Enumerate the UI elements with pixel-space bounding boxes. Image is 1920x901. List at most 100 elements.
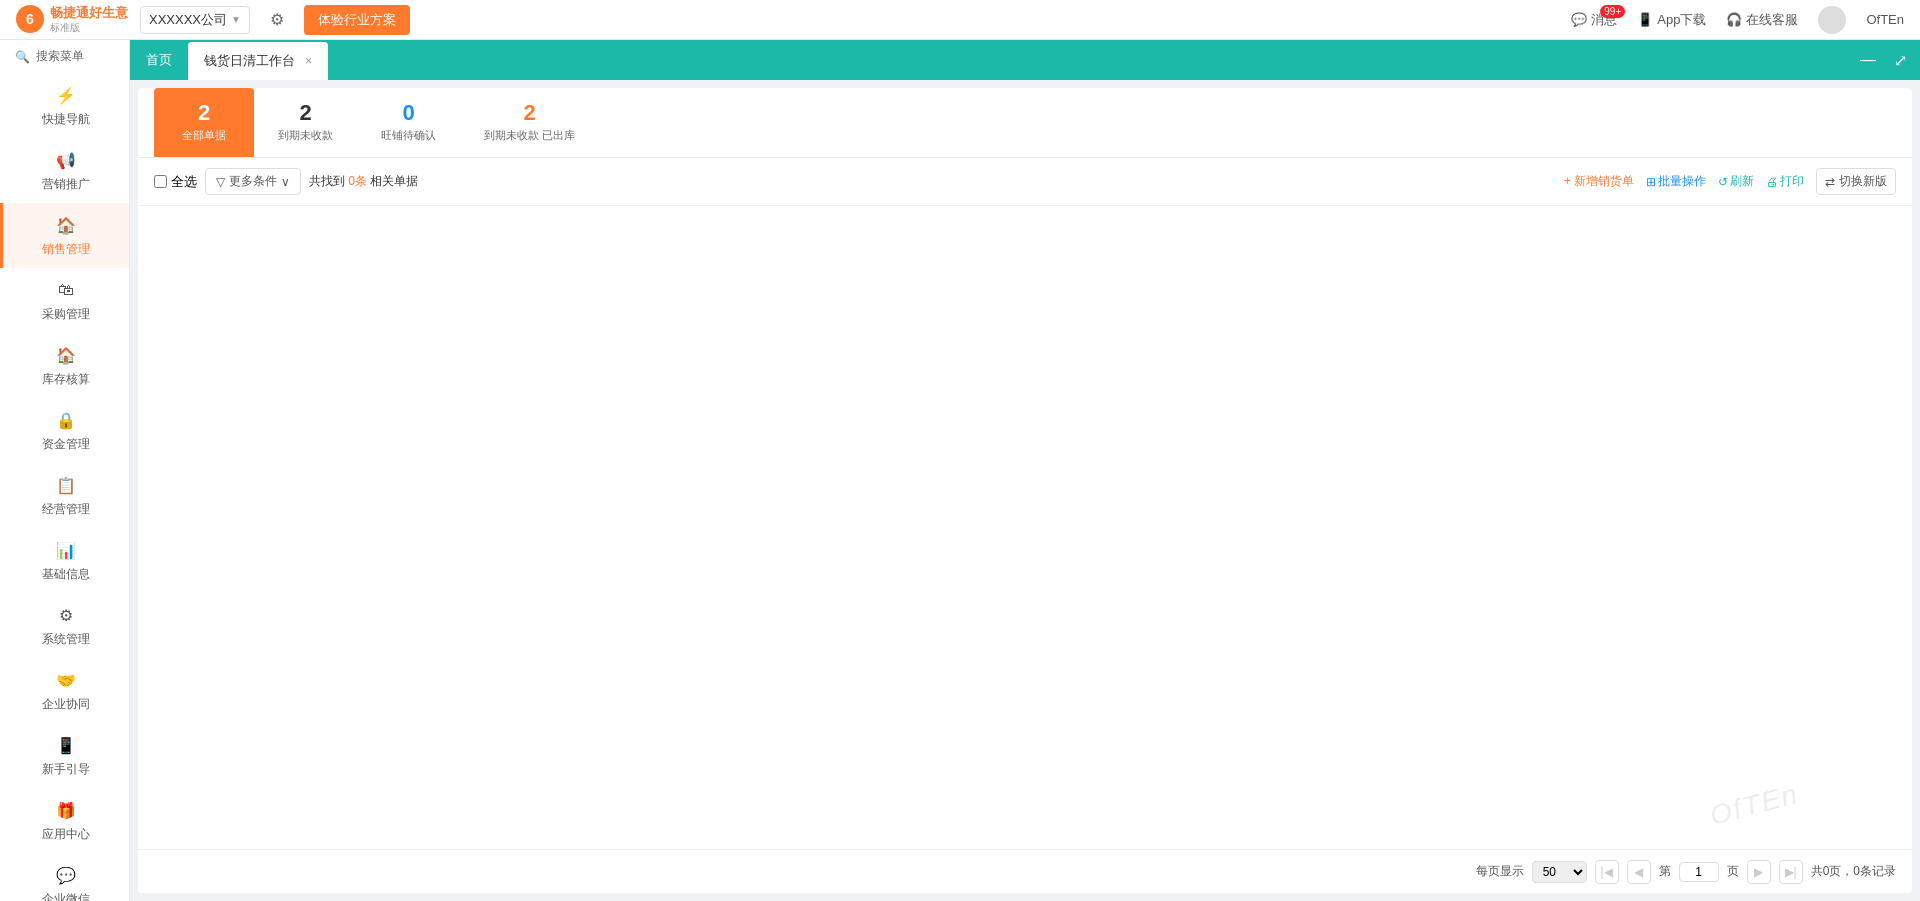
company-name: XXXXXX公司 [149, 11, 227, 29]
batch-btn[interactable]: ⊞ 批量操作 [1646, 173, 1706, 190]
online-service-btn[interactable]: 🎧 在线客服 [1726, 11, 1798, 29]
basic-info-icon: 📊 [54, 538, 78, 562]
app-center-icon: 🎁 [54, 798, 78, 822]
page-size-label: 每页显示 [1476, 863, 1524, 880]
refresh-icon: ↺ [1718, 175, 1728, 189]
sidebar-item-marketing[interactable]: 📢 营销推广 [0, 138, 129, 203]
app-download-label: App下载 [1657, 11, 1706, 29]
tab-close-icon[interactable]: × [305, 54, 312, 68]
print-label: 打印 [1780, 173, 1804, 190]
stat-tab-overdue[interactable]: 2 到期未收款 [254, 88, 357, 157]
filter-chevron-icon: ∨ [281, 175, 290, 189]
toolbar: 全选 ▽ 更多条件 ∨ 共找到 0条 相关单据 + 新增销货单 [138, 158, 1912, 206]
toolbar-left: 全选 ▽ 更多条件 ∨ 共找到 0条 相关单据 [154, 168, 1556, 195]
refresh-btn[interactable]: ↺ 刷新 [1718, 173, 1754, 190]
select-all-input[interactable] [154, 175, 167, 188]
table-area [138, 206, 1912, 849]
print-btn[interactable]: 🖨 打印 [1766, 173, 1804, 190]
message-btn[interactable]: 💬 消息 99+ [1571, 11, 1617, 29]
total-text: 共0页，0条记录 [1811, 863, 1896, 880]
filter-label: 更多条件 [229, 173, 277, 190]
message-icon: 💬 [1571, 12, 1587, 27]
avatar[interactable] [1818, 6, 1846, 34]
batch-label: 批量操作 [1658, 173, 1706, 190]
sidebar-item-cooperation[interactable]: 🤝 企业协同 [0, 658, 129, 723]
tab-expand-icon[interactable]: ⤢ [1888, 48, 1912, 72]
stat-label-pending: 旺铺待确认 [381, 128, 436, 143]
sidebar-item-basic-info[interactable]: 📊 基础信息 [0, 528, 129, 593]
sidebar-label-inventory: 库存核算 [42, 371, 90, 388]
app-download-btn[interactable]: 📱 App下载 [1637, 11, 1706, 29]
inventory-icon: 🏠 [54, 343, 78, 367]
sidebar-label-guide: 新手引导 [42, 761, 90, 778]
stat-count-shipped: 2 [523, 100, 535, 126]
sidebar-item-operations[interactable]: 📋 经营管理 [0, 463, 129, 528]
online-service-label: 在线客服 [1746, 11, 1798, 29]
tab-home[interactable]: 首页 [130, 40, 188, 80]
filter-btn[interactable]: ▽ 更多条件 ∨ [205, 168, 301, 195]
sidebar-item-finance[interactable]: 🔒 资金管理 [0, 398, 129, 463]
sidebar-label-system: 系统管理 [42, 631, 90, 648]
logo-text: 畅捷通好生意 标准版 [50, 5, 128, 35]
tab-workbench-label: 钱货日清工作台 [204, 52, 295, 70]
stat-label-shipped: 到期未收款 已出库 [484, 128, 575, 143]
search-menu-item[interactable]: 🔍 搜索菜单 [0, 40, 129, 73]
stat-count-all: 2 [198, 100, 210, 126]
sidebar: 🔍 搜索菜单 ⚡ 快捷导航 📢 营销推广 🏠 销售管理 🛍 采购管理 🏠 库存核… [0, 40, 130, 901]
found-text: 共找到 0条 相关单据 [309, 173, 418, 190]
logo-icon: 6 [16, 5, 44, 33]
sidebar-label-cooperation: 企业协同 [42, 696, 90, 713]
first-page-btn[interactable]: |◀ [1595, 860, 1619, 884]
top-bar-right: 💬 消息 99+ 📱 App下载 🎧 在线客服 OfTEn [1571, 6, 1904, 34]
toolbar-right: + 新增销货单 ⊞ 批量操作 ↺ 刷新 🖨 打印 ⇄ [1564, 168, 1896, 195]
page-input[interactable] [1679, 862, 1719, 882]
download-icon: 📱 [1637, 12, 1653, 27]
purchase-icon: 🛍 [54, 278, 78, 302]
system-icon: ⚙ [54, 603, 78, 627]
stat-count-pending: 0 [402, 100, 414, 126]
sidebar-label-purchase: 采购管理 [42, 306, 90, 323]
edition-label: 标准版 [50, 21, 128, 34]
sidebar-label-finance: 资金管理 [42, 436, 90, 453]
sidebar-item-system[interactable]: ⚙ 系统管理 [0, 593, 129, 658]
chevron-down-icon: ▼ [231, 14, 241, 25]
stat-count-overdue: 2 [299, 100, 311, 126]
stat-tab-shipped[interactable]: 2 到期未收款 已出库 [460, 88, 599, 157]
guide-icon: 📱 [54, 733, 78, 757]
stat-tab-all[interactable]: 2 全部单据 [154, 88, 254, 157]
top-bar: 6 畅捷通好生意 标准版 XXXXXX公司 ▼ ⚙ 体验行业方案 💬 消息 99… [0, 0, 1920, 40]
try-btn[interactable]: 体验行业方案 [304, 5, 410, 35]
sidebar-item-inventory[interactable]: 🏠 库存核算 [0, 333, 129, 398]
empty-content [154, 206, 1896, 849]
sidebar-item-guide[interactable]: 📱 新手引导 [0, 723, 129, 788]
print-icon: 🖨 [1766, 175, 1778, 189]
page-size-select[interactable]: 50 100 200 [1532, 861, 1587, 883]
message-badge: 99+ [1600, 5, 1625, 18]
sidebar-item-quick-nav[interactable]: ⚡ 快捷导航 [0, 73, 129, 138]
prev-page-btn[interactable]: ◀ [1627, 860, 1651, 884]
finance-icon: 🔒 [54, 408, 78, 432]
tab-home-label: 首页 [146, 51, 172, 69]
sidebar-item-purchase[interactable]: 🛍 采购管理 [0, 268, 129, 333]
sidebar-item-app-center[interactable]: 🎁 应用中心 [0, 788, 129, 853]
avatar-name: OfTEn [1866, 12, 1904, 27]
last-page-btn[interactable]: ▶| [1779, 860, 1803, 884]
tab-bar: 首页 钱货日清工作台 × — ⤢ [130, 40, 1920, 80]
add-sales-btn[interactable]: + 新增销货单 [1564, 173, 1634, 190]
tab-minimize-icon[interactable]: — [1856, 48, 1880, 72]
sidebar-item-sales[interactable]: 🏠 销售管理 [0, 203, 129, 268]
tab-workbench[interactable]: 钱货日清工作台 × [188, 42, 328, 80]
sidebar-label-quick-nav: 快捷导航 [42, 111, 90, 128]
sidebar-label-wechat: 企业微信 [42, 891, 90, 901]
company-selector[interactable]: XXXXXX公司 ▼ [140, 6, 250, 34]
operations-icon: 📋 [54, 473, 78, 497]
batch-icon: ⊞ [1646, 175, 1656, 189]
sidebar-item-wechat[interactable]: 💬 企业微信 [0, 853, 129, 901]
cooperation-icon: 🤝 [54, 668, 78, 692]
select-all-checkbox[interactable]: 全选 [154, 173, 197, 191]
stat-tab-pending[interactable]: 0 旺铺待确认 [357, 88, 460, 157]
settings-icon[interactable]: ⚙ [262, 5, 292, 35]
next-page-btn[interactable]: ▶ [1747, 860, 1771, 884]
brand-name: 畅捷通好生意 [50, 5, 128, 22]
switch-btn[interactable]: ⇄ 切换新版 [1816, 168, 1896, 195]
